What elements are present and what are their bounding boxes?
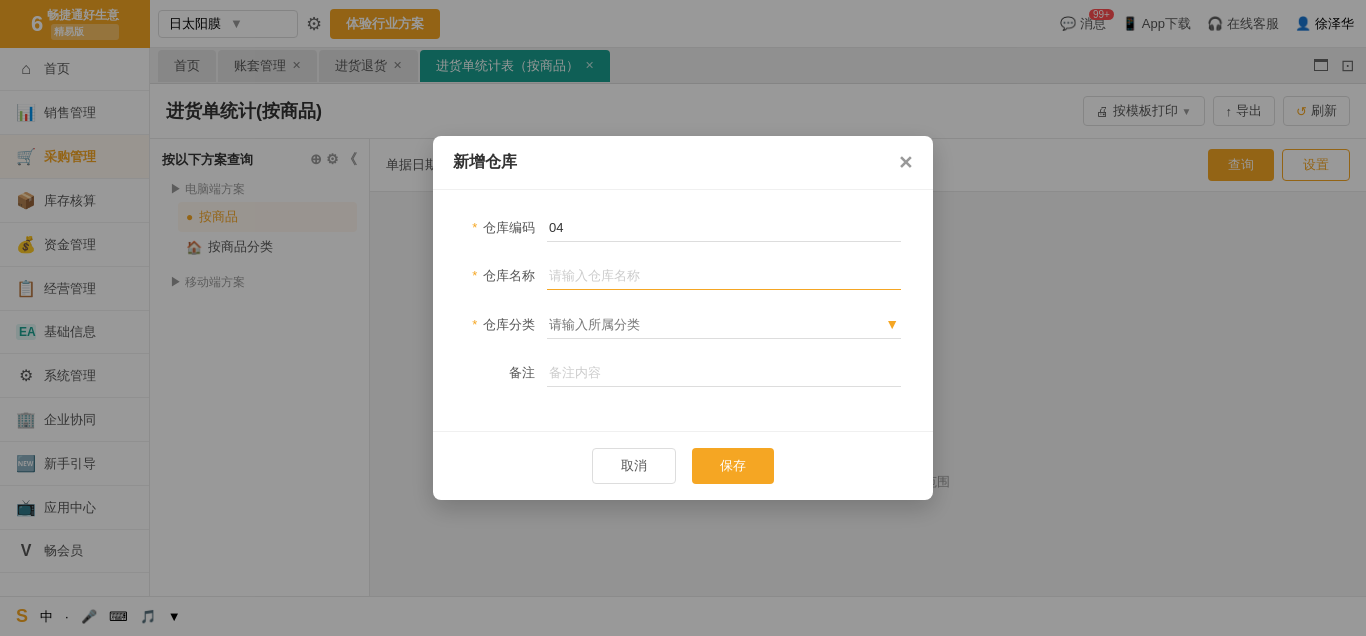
label-text-name: 仓库名称 (483, 268, 535, 283)
remark-input[interactable] (547, 359, 901, 387)
label-text-code: 仓库编码 (483, 220, 535, 235)
cancel-button[interactable]: 取消 (592, 448, 676, 484)
form-label-code: * 仓库编码 (465, 219, 535, 237)
label-text-category: 仓库分类 (483, 317, 535, 332)
required-mark-category: * (472, 317, 477, 332)
warehouse-modal: 新增仓库 ✕ * 仓库编码 * 仓库名称 (433, 136, 933, 500)
form-row-code: * 仓库编码 (465, 214, 901, 242)
modal-title: 新增仓库 (453, 152, 517, 173)
modal-overlay[interactable]: 新增仓库 ✕ * 仓库编码 * 仓库名称 (0, 0, 1366, 636)
category-input[interactable] (549, 317, 885, 332)
form-row-remark: 备注 (465, 359, 901, 387)
warehouse-name-input[interactable] (547, 262, 901, 290)
modal-header: 新增仓库 ✕ (433, 136, 933, 190)
form-row-name: * 仓库名称 (465, 262, 901, 290)
form-label-name: * 仓库名称 (465, 267, 535, 285)
save-button[interactable]: 保存 (692, 448, 774, 484)
modal-close-button[interactable]: ✕ (898, 154, 913, 172)
label-text-remark: 备注 (509, 365, 535, 380)
required-mark-name: * (472, 268, 477, 283)
warehouse-code-input[interactable] (547, 214, 901, 242)
required-mark-code: * (472, 220, 477, 235)
category-dropdown-arrow: ▼ (885, 316, 899, 332)
form-label-remark: 备注 (465, 364, 535, 382)
modal-body: * 仓库编码 * 仓库名称 * 仓库分类 (433, 190, 933, 431)
category-select-wrapper[interactable]: ▼ (547, 310, 901, 339)
form-row-category: * 仓库分类 ▼ (465, 310, 901, 339)
modal-footer: 取消 保存 (433, 431, 933, 500)
form-label-category: * 仓库分类 (465, 316, 535, 334)
